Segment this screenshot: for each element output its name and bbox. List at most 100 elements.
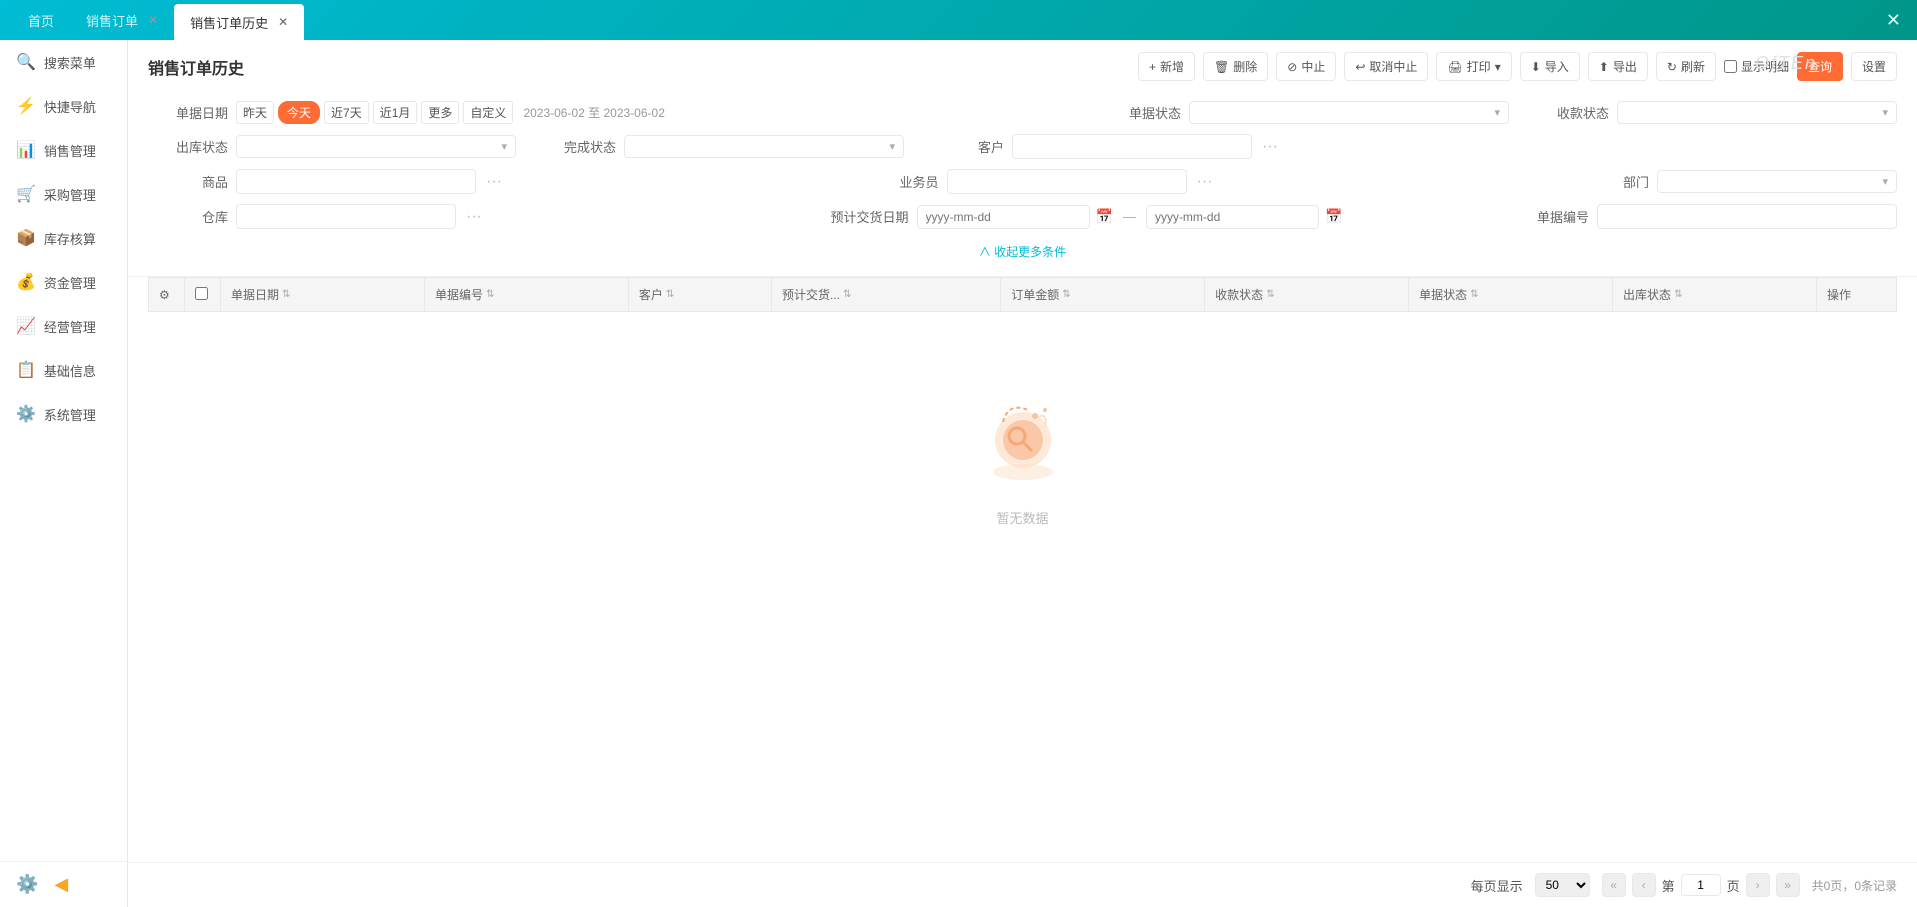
empty-illustration — [973, 392, 1073, 492]
collapse-text: ∧ 收起更多条件 — [979, 245, 1066, 259]
page-last-button[interactable]: » — [1776, 873, 1800, 897]
expected-date-start[interactable] — [917, 205, 1090, 229]
tab-sales-order-close[interactable]: ✕ — [148, 13, 158, 27]
btn-today[interactable]: 今天 — [278, 101, 320, 124]
cancel-stop-button[interactable]: ↩ 取消中止 — [1344, 52, 1428, 81]
page-word: 第 — [1662, 876, 1675, 895]
tab-sales-order-history-close[interactable]: ✕ — [278, 15, 288, 29]
sidebar-item-search[interactable]: 🔍 搜索菜单 — [0, 40, 127, 84]
filter-row-1: 单据日期 昨天 今天 近7天 近1月 更多 自定义 2023-06-02 至 2… — [148, 101, 1897, 124]
page-first-button[interactable]: « — [1602, 873, 1626, 897]
sort-amount[interactable]: 订单金额 ⇅ — [1011, 286, 1194, 303]
goods-dots-icon[interactable]: ··· — [486, 173, 502, 191]
out-status-select[interactable]: ▾ — [236, 135, 516, 158]
warehouse-input[interactable] — [236, 204, 456, 229]
page-next-button[interactable]: › — [1746, 873, 1770, 897]
th-amount: 订单金额 ⇅ — [1001, 278, 1205, 312]
tab-sales-order[interactable]: 销售订单 ✕ — [70, 0, 174, 40]
print-icon: 🖨 — [1447, 60, 1462, 74]
order-status-select[interactable]: ▾ — [1189, 101, 1509, 124]
sidebar-item-quicknav[interactable]: ⚡ 快捷导航 — [0, 84, 127, 128]
query-button[interactable]: 查询 — [1797, 52, 1843, 81]
sort-order-status[interactable]: 单据状态 ⇅ — [1419, 286, 1602, 303]
settings-button[interactable]: 设置 — [1851, 52, 1897, 81]
import-icon: ⬇ — [1531, 60, 1541, 74]
sort-expected[interactable]: 预计交货... ⇅ — [782, 286, 990, 303]
calendar-start-icon[interactable]: 📅 — [1096, 208, 1113, 225]
customer-filter-value: ··· — [1012, 134, 1897, 159]
warehouse-filter-value: ··· — [236, 204, 809, 229]
btn-custom[interactable]: 自定义 — [463, 101, 513, 124]
select-all-checkbox[interactable] — [195, 287, 208, 300]
sidebar-item-finance[interactable]: 💰 资金管理 — [0, 260, 127, 304]
display-toggle[interactable]: 显示明细 — [1724, 58, 1789, 75]
sort-out-status[interactable]: 出库状态 ⇅ — [1623, 286, 1806, 303]
collapse-bar[interactable]: ∧ 收起更多条件 — [148, 239, 1897, 264]
sidebar-collapse-icon[interactable]: ◀ — [54, 874, 68, 895]
page-size-select[interactable]: 50 10 20 100 — [1535, 873, 1590, 897]
display-toggle-checkbox[interactable] — [1724, 60, 1737, 73]
customer-dots-icon[interactable]: ··· — [1262, 138, 1278, 156]
stop-button[interactable]: ⊘ 中止 — [1276, 52, 1336, 81]
sort-date[interactable]: 单据日期 ⇅ — [231, 286, 414, 303]
salesperson-dots-icon[interactable]: ··· — [1197, 173, 1213, 191]
calendar-end-icon[interactable]: 📅 — [1325, 208, 1342, 225]
btn-more[interactable]: 更多 — [421, 101, 459, 124]
pay-status-select[interactable]: ▾ — [1617, 101, 1897, 124]
salesperson-filter-value: ··· — [947, 169, 1550, 194]
print-button[interactable]: 🖨 打印 ▾ — [1436, 52, 1511, 81]
th-expected: 预计交货... ⇅ — [771, 278, 1000, 312]
sidebar-item-quicknav-label: 快捷导航 — [44, 97, 96, 116]
expected-date-end[interactable] — [1146, 205, 1319, 229]
page-prev-button[interactable]: ‹ — [1632, 873, 1656, 897]
goods-input[interactable] — [236, 169, 476, 194]
import-button[interactable]: ⬇ 导入 — [1520, 52, 1580, 81]
sidebar-item-operations[interactable]: 📈 经营管理 — [0, 304, 127, 348]
warehouse-dots-icon[interactable]: ··· — [466, 208, 482, 226]
salesperson-input[interactable] — [947, 169, 1187, 194]
new-icon: + — [1149, 60, 1156, 74]
display-toggle-label: 显示明细 — [1741, 58, 1789, 75]
tab-sales-order-history[interactable]: 销售订单历史 ✕ — [174, 4, 304, 40]
sort-no[interactable]: 单据编号 ⇅ — [435, 286, 618, 303]
delete-button[interactable]: 🗑 删除 — [1203, 52, 1268, 81]
sales-icon: 📊 — [16, 140, 36, 160]
order-no-input[interactable] — [1597, 204, 1897, 229]
refresh-button[interactable]: ↻ 刷新 — [1656, 52, 1716, 81]
export-label: 导出 — [1613, 58, 1637, 75]
sort-date-icon: ⇅ — [282, 289, 290, 300]
page-number-input[interactable] — [1681, 874, 1721, 896]
sidebar-item-purchase[interactable]: 🛒 采购管理 — [0, 172, 127, 216]
btn-yesterday[interactable]: 昨天 — [236, 101, 274, 124]
filter-row-2: 出库状态 ▾ 完成状态 ▾ 客户 ··· — [148, 134, 1897, 159]
order-status-label: 单据状态 — [1101, 103, 1181, 122]
new-button[interactable]: + 新增 — [1138, 52, 1195, 81]
dept-select[interactable]: ▾ — [1657, 170, 1897, 193]
btn-1month[interactable]: 近1月 — [373, 101, 418, 124]
export-button[interactable]: ⬆ 导出 — [1588, 52, 1648, 81]
btn-7days[interactable]: 近7天 — [324, 101, 369, 124]
sort-amount-icon: ⇅ — [1062, 289, 1070, 300]
tab-home[interactable]: 首页 — [12, 0, 70, 40]
expected-date-filter-value: 📅 — 📅 — [917, 205, 1490, 229]
window-close-button[interactable]: ✕ — [1882, 6, 1905, 35]
sidebar-settings-icon[interactable]: ⚙️ — [16, 874, 38, 895]
complete-status-select[interactable]: ▾ — [624, 135, 904, 158]
sort-order-status-icon: ⇅ — [1470, 289, 1478, 300]
query-label: 查询 — [1808, 58, 1832, 75]
th-out-status-label: 出库状态 — [1623, 286, 1671, 303]
sort-pay-status[interactable]: 收款状态 ⇅ — [1215, 286, 1398, 303]
date-quick-btns: 昨天 今天 近7天 近1月 更多 自定义 — [236, 101, 513, 124]
page-next-icon: › — [1756, 878, 1760, 892]
sort-customer-icon: ⇅ — [666, 289, 674, 300]
sidebar-item-finance-label: 资金管理 — [44, 273, 96, 292]
sidebar-item-sales[interactable]: 📊 销售管理 — [0, 128, 127, 172]
sidebar-item-basic-info[interactable]: 📋 基础信息 — [0, 348, 127, 392]
sidebar-item-system[interactable]: ⚙️ 系统管理 — [0, 392, 127, 436]
sidebar-item-inventory[interactable]: 📦 库存核算 — [0, 216, 127, 260]
sort-customer[interactable]: 客户 ⇅ — [639, 286, 761, 303]
table-settings-icon[interactable]: ⚙ — [159, 288, 170, 302]
th-customer: 客户 ⇅ — [628, 278, 771, 312]
customer-input[interactable] — [1012, 134, 1252, 159]
page-nav: « ‹ 第 页 › » — [1602, 873, 1800, 897]
